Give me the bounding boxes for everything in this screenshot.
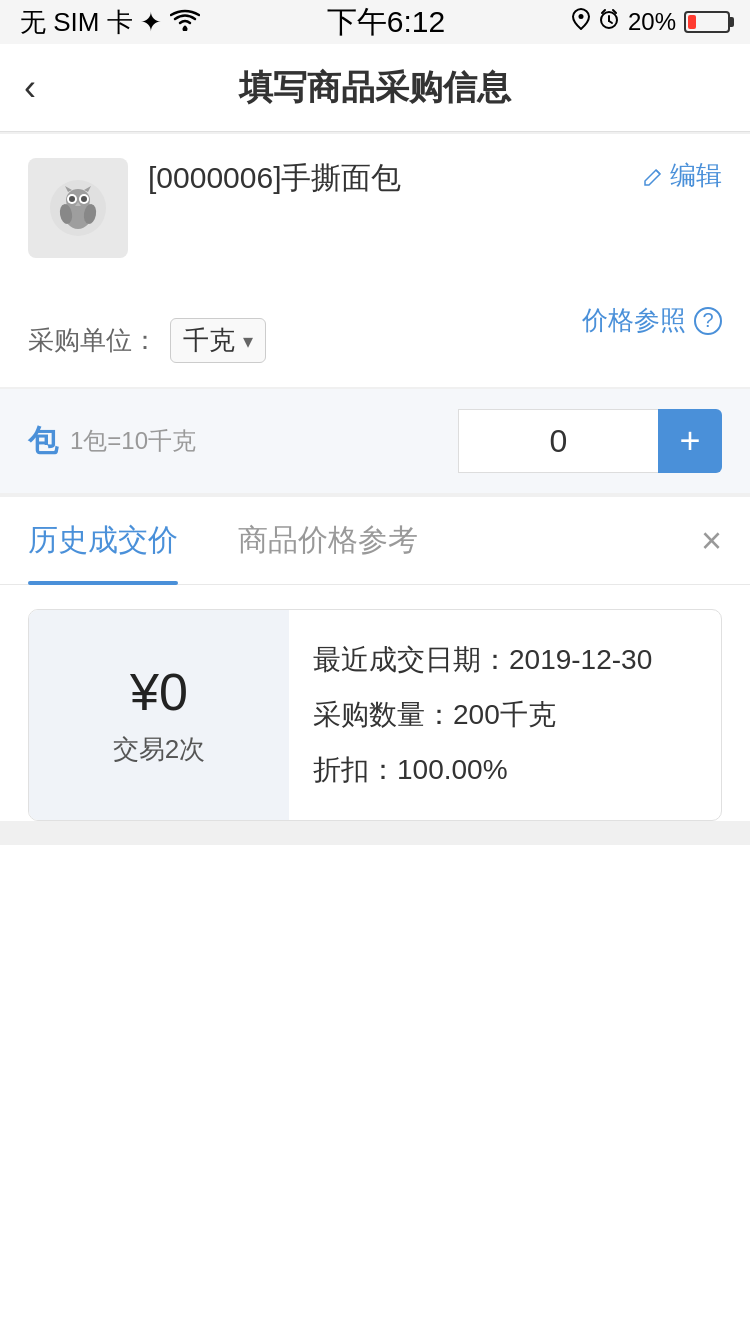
wifi-icon [170, 7, 200, 38]
tab-underline [28, 581, 178, 585]
discount-value: 100.00% [397, 754, 508, 785]
quantity-control: 0 + [458, 409, 722, 473]
status-right: 20% [572, 8, 730, 36]
history-price: ¥0 [130, 662, 188, 722]
product-name: [0000006]手撕面包 [148, 158, 401, 199]
quantity-left: 包 1包=10千克 [28, 421, 196, 462]
history-card-left: ¥0 交易2次 [29, 610, 289, 820]
history-date-row: 最近成交日期：2019-12-30 [313, 640, 697, 679]
tab-history-price[interactable]: 历史成交价 [28, 497, 178, 585]
product-card: [0000006]手撕面包 编辑 采购单位： 千克 ▾ 价格参照 ? [0, 134, 750, 387]
battery-percent: 20% [628, 8, 676, 36]
edit-button[interactable]: 编辑 [642, 158, 722, 193]
help-circle-icon: ? [694, 307, 722, 335]
discount-label: 折扣： [313, 754, 397, 785]
tabs-left: 历史成交价 商品价格参考 [28, 497, 418, 585]
svg-point-1 [578, 14, 583, 19]
sim-label: 无 SIM 卡 ✦ [20, 5, 162, 40]
status-left: 无 SIM 卡 ✦ [20, 5, 200, 40]
close-panel-button[interactable]: × [701, 520, 722, 562]
tab-price-reference[interactable]: 商品价格参考 [238, 497, 418, 585]
quantity-input[interactable]: 0 [458, 409, 658, 473]
unit-row: 采购单位： 千克 ▾ [28, 318, 266, 363]
quantity-unit: 包 [28, 421, 58, 462]
page-title: 填写商品采购信息 [239, 65, 511, 111]
unit-label: 采购单位： [28, 323, 158, 358]
unit-selector[interactable]: 千克 ▾ [170, 318, 266, 363]
history-quantity-row: 采购数量：200千克 [313, 695, 697, 734]
product-left-section: [0000006]手撕面包 [28, 158, 401, 258]
date-value: 2019-12-30 [509, 644, 652, 675]
time-display: 下午6:12 [327, 2, 445, 43]
trade-count: 交易2次 [113, 732, 205, 767]
product-thumbnail [48, 178, 108, 238]
nav-bar: ‹ 填写商品采购信息 [0, 44, 750, 132]
product-image [28, 158, 128, 258]
status-bar: 无 SIM 卡 ✦ 下午6:12 [0, 0, 750, 44]
history-discount-row: 折扣：100.00% [313, 750, 697, 789]
quantity-label: 采购数量： [313, 699, 453, 730]
quantity-value: 200千克 [453, 699, 556, 730]
svg-line-4 [609, 21, 612, 23]
alarm-icon [598, 8, 620, 36]
date-label: 最近成交日期： [313, 644, 509, 675]
quantity-row: 包 1包=10千克 0 + [0, 389, 750, 493]
chevron-down-icon: ▾ [243, 329, 253, 353]
product-top-row: [0000006]手撕面包 编辑 [28, 158, 722, 258]
quantity-conversion: 1包=10千克 [70, 425, 196, 457]
price-reference-button[interactable]: 价格参照 ? [582, 303, 722, 338]
bottom-panel: 历史成交价 商品价格参考 × ¥0 交易2次 最近成交日期：2019-12-30… [0, 497, 750, 821]
svg-line-17 [656, 170, 660, 174]
product-bottom-row: 采购单位： 千克 ▾ 价格参照 ? [28, 278, 722, 363]
svg-point-0 [182, 26, 187, 31]
empty-content-area [0, 845, 750, 1334]
location-icon [572, 8, 590, 36]
unit-value: 千克 [183, 323, 235, 358]
svg-point-10 [69, 196, 75, 202]
quantity-plus-button[interactable]: + [658, 409, 722, 473]
history-card-right: 最近成交日期：2019-12-30 采购数量：200千克 折扣：100.00% [289, 610, 721, 820]
back-button[interactable]: ‹ [24, 67, 36, 109]
svg-point-11 [81, 196, 87, 202]
battery-icon [684, 11, 730, 33]
tabs-row: 历史成交价 商品价格参考 × [0, 497, 750, 585]
history-price-card: ¥0 交易2次 最近成交日期：2019-12-30 采购数量：200千克 折扣：… [28, 609, 722, 821]
product-info: [0000006]手撕面包 [148, 158, 401, 215]
